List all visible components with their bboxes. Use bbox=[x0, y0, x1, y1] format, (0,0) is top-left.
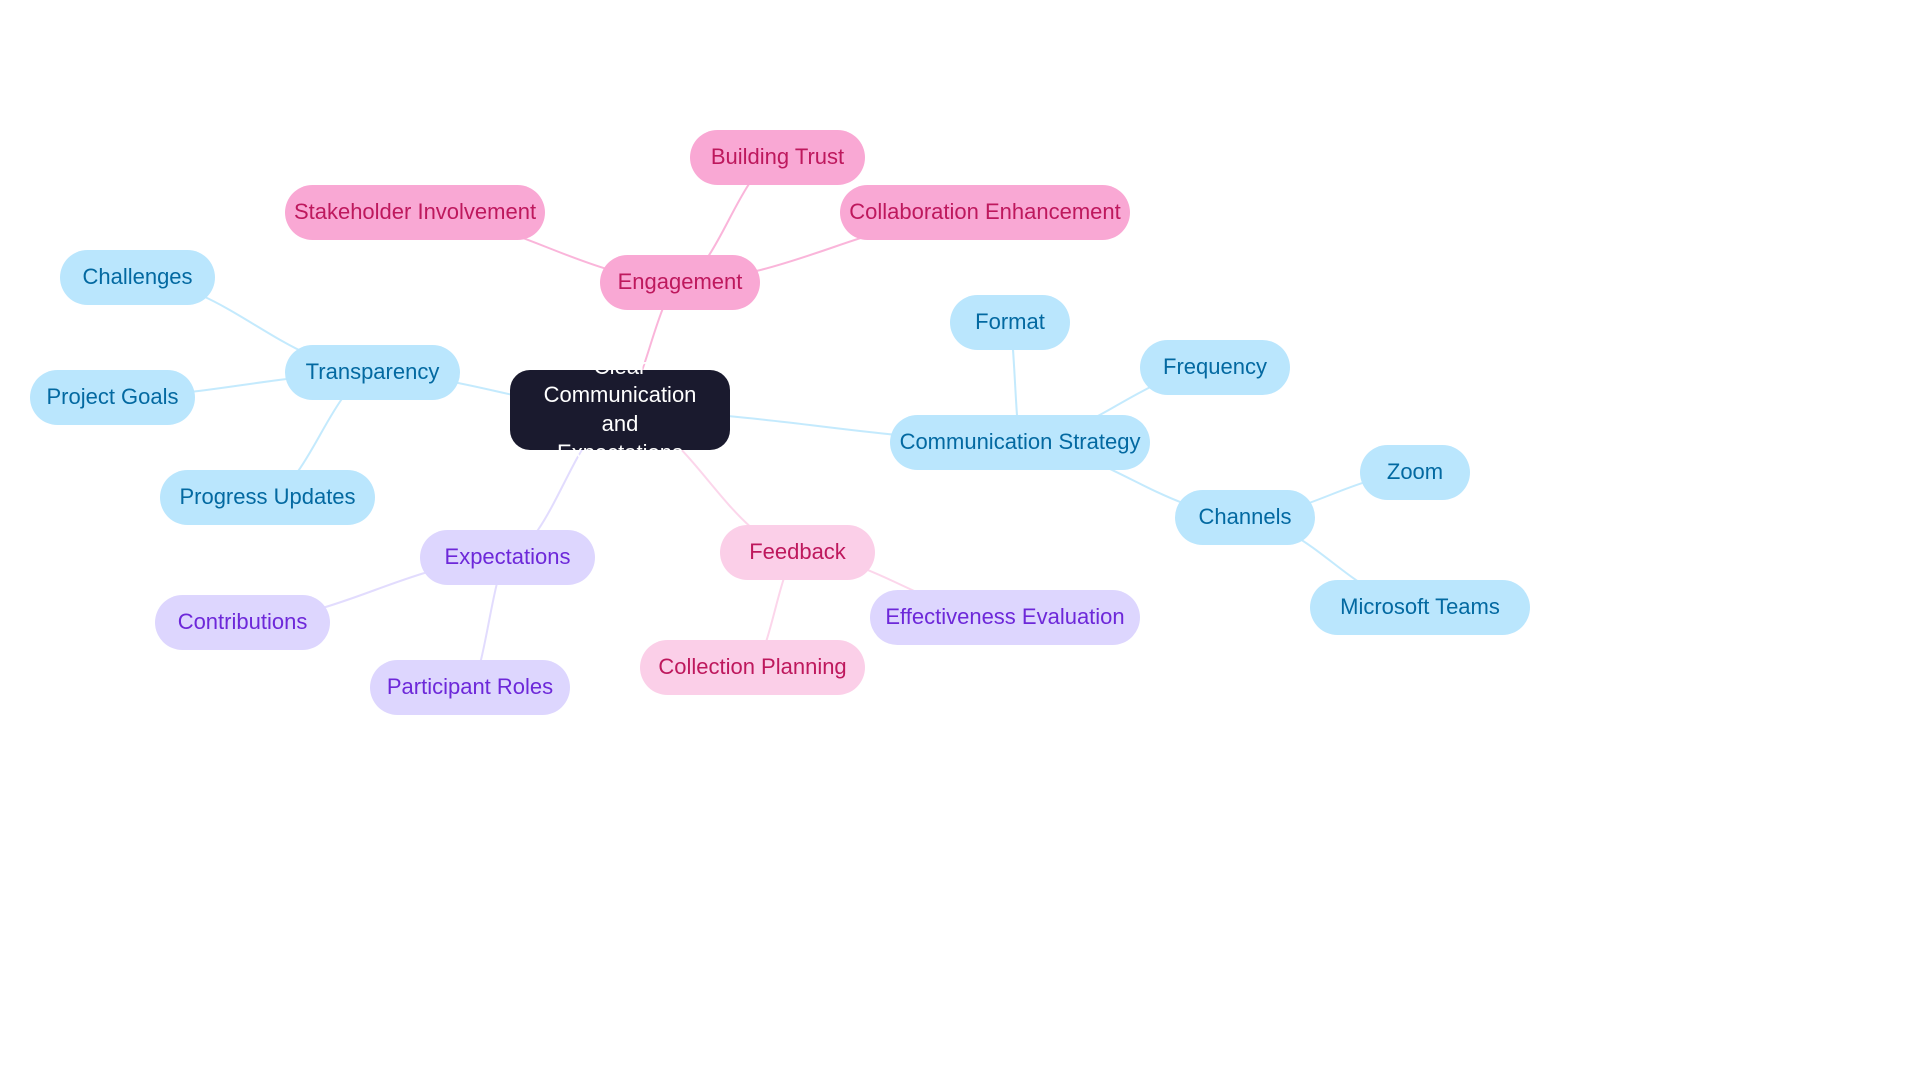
progress-updates-node: Progress Updates bbox=[160, 470, 375, 525]
contributions-node: Contributions bbox=[155, 595, 330, 650]
effectiveness-node: Effectiveness Evaluation bbox=[870, 590, 1140, 645]
collection-planning-node: Collection Planning bbox=[640, 640, 865, 695]
feedback-node: Feedback bbox=[720, 525, 875, 580]
frequency-node: Frequency bbox=[1140, 340, 1290, 395]
collaboration-node: Collaboration Enhancement bbox=[840, 185, 1130, 240]
channels-node: Channels bbox=[1175, 490, 1315, 545]
center-node: Clear Communication and Expectations bbox=[510, 370, 730, 450]
transparency-node: Transparency bbox=[285, 345, 460, 400]
stakeholder-node: Stakeholder Involvement bbox=[285, 185, 545, 240]
building-trust-node: Building Trust bbox=[690, 130, 865, 185]
ms-teams-node: Microsoft Teams bbox=[1310, 580, 1530, 635]
format-node: Format bbox=[950, 295, 1070, 350]
center-label: Clear Communication and Expectations bbox=[538, 353, 702, 467]
comm-strategy-node: Communication Strategy bbox=[890, 415, 1150, 470]
project-goals-node: Project Goals bbox=[30, 370, 195, 425]
expectations-node: Expectations bbox=[420, 530, 595, 585]
challenges-node: Challenges bbox=[60, 250, 215, 305]
engagement-node: Engagement bbox=[600, 255, 760, 310]
zoom-node: Zoom bbox=[1360, 445, 1470, 500]
participant-roles-node: Participant Roles bbox=[370, 660, 570, 715]
